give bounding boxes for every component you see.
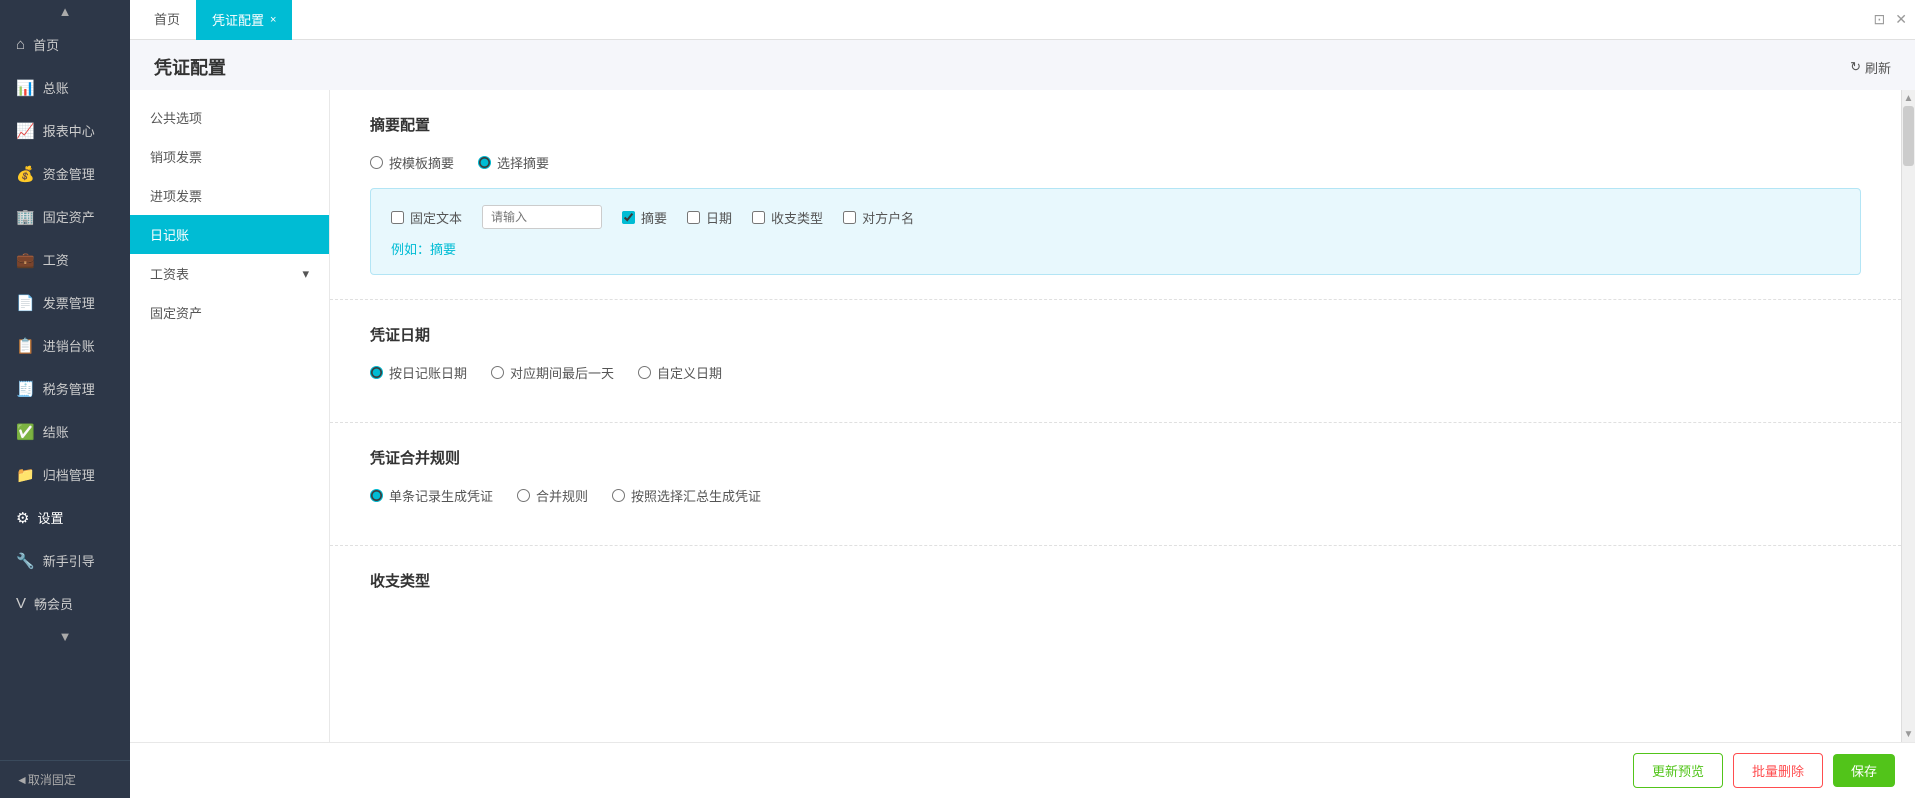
sidebar-item-home[interactable]: ⌂ 首页 [0,23,130,66]
sidebar-item-archive[interactable]: 📁 归档管理 [0,453,130,496]
sidebar-item-settings[interactable]: ⚙ 设置 [0,496,130,539]
page-header: 凭证配置 ↻ 刷新 [130,40,1915,90]
window-restore-icon[interactable]: ⊡ [1874,11,1886,28]
checkbox-fixed-text[interactable]: 固定文本 [391,208,462,227]
main-scrollbar: ▲ ▼ [1901,90,1915,742]
window-close-icon[interactable]: ✕ [1895,11,1907,28]
sidebar-item-salary[interactable]: 💼 工资 [0,238,130,281]
fixed-text-input[interactable] [482,205,602,229]
content-layout: 公共选项 销项发票 进项发票 日记账 工资表 ▾ 固定资产 [130,90,1915,742]
archive-icon: 📁 [16,466,35,484]
section-merge-title: 凭证合并规则 [370,447,1861,468]
sidebar-scroll-up[interactable]: ▲ [0,0,130,23]
section-income-type-title: 收支类型 [370,570,1861,591]
sidebar: ▲ ⌂ 首页 📊 总账 📈 报表中心 💰 资金管理 🏢 固定资产 💼 工资 📄 … [0,0,130,798]
radio-select-merge[interactable]: 按照选择汇总生成凭证 [612,486,761,505]
sidebar-item-fixed-assets[interactable]: 🏢 固定资产 [0,195,130,238]
save-button[interactable]: 保存 [1833,754,1895,787]
sidebar-item-reports[interactable]: 📈 报表中心 [0,109,130,152]
salary-icon: 💼 [16,251,35,269]
batch-delete-button[interactable]: 批量删除 [1733,753,1823,788]
invoice-mgmt-icon: 📄 [16,294,35,312]
sidebar-item-settlement[interactable]: ✅ 结账 [0,410,130,453]
right-content: 摘要配置 按模板摘要 选择摘要 [330,90,1901,742]
sidebar-item-ledger[interactable]: 📊 总账 [0,66,130,109]
scrollbar-up-arrow[interactable]: ▲ [1902,90,1915,106]
sidebar-item-invoice-mgmt[interactable]: 📄 发票管理 [0,281,130,324]
radio-journal-date[interactable]: 按日记账日期 [370,363,467,382]
date-radio-group: 按日记账日期 对应期间最后一天 自定义日期 [370,363,1861,382]
purchase-sales-icon: 📋 [16,337,35,355]
refresh-button[interactable]: ↻ 刷新 [1850,58,1891,77]
radio-merge-rule[interactable]: 合并规则 [517,486,588,505]
left-nav-item-public[interactable]: 公共选项 [130,98,329,137]
sidebar-item-purchase-sales[interactable]: 📋 进销台账 [0,324,130,367]
checkbox-income-type[interactable]: 收支类型 [752,208,823,227]
section-date: 凭证日期 按日记账日期 对应期间最后一天 [330,300,1901,423]
checkbox-counterpart[interactable]: 对方户名 [843,208,914,227]
home-icon: ⌂ [16,36,25,53]
reports-icon: 📈 [16,122,35,140]
bottom-bar: 更新预览 批量删除 保存 [130,742,1915,798]
radio-last-day[interactable]: 对应期间最后一天 [491,363,614,382]
sidebar-unpin-button[interactable]: ◄取消固定 [0,760,130,798]
left-nav-item-fixed-assets[interactable]: 固定资产 [130,293,329,332]
left-nav: 公共选项 销项发票 进项发票 日记账 工资表 ▾ 固定资产 [130,90,330,742]
settings-icon: ⚙ [16,509,29,527]
radio-single[interactable]: 单条记录生成凭证 [370,486,493,505]
abstract-box: 固定文本 摘要 日期 [370,188,1861,275]
ledger-icon: 📊 [16,79,35,97]
radio-custom-date[interactable]: 自定义日期 [638,363,722,382]
fixed-assets-icon: 🏢 [16,208,35,226]
abstract-checkbox-row: 固定文本 摘要 日期 [391,205,1840,229]
section-abstract-title: 摘要配置 [370,114,1861,135]
update-preview-button[interactable]: 更新预览 [1633,753,1723,788]
tab-home[interactable]: 首页 [138,0,196,40]
example-text: 例如：摘要 [391,239,1840,258]
tab-config[interactable]: 凭证配置 × [196,0,292,40]
tax-icon: 🧾 [16,380,35,398]
sidebar-item-guide[interactable]: 🔧 新手引导 [0,539,130,582]
page-title: 凭证配置 [154,54,226,80]
left-nav-item-payroll-table[interactable]: 工资表 ▾ [130,254,329,293]
scrollbar-track [1902,106,1915,726]
sidebar-scroll-down[interactable]: ▼ [0,625,130,648]
funds-icon: 💰 [16,165,35,183]
tab-bar: 首页 凭证配置 × ⊡ ✕ [130,0,1915,40]
refresh-icon: ↻ [1850,59,1861,75]
abstract-radio-group: 按模板摘要 选择摘要 [370,153,1861,172]
scrollbar-thumb[interactable] [1903,106,1914,166]
guide-icon: 🔧 [16,552,35,570]
vip-icon: V [16,595,26,612]
settlement-icon: ✅ [16,423,35,441]
tab-close-icon[interactable]: × [270,14,276,26]
radio-select[interactable]: 选择摘要 [478,153,549,172]
left-nav-item-journal[interactable]: 日记账 [130,215,329,254]
sidebar-item-funds[interactable]: 💰 资金管理 [0,152,130,195]
radio-template[interactable]: 按模板摘要 [370,153,454,172]
left-nav-item-sales-invoice[interactable]: 销项发票 [130,137,329,176]
sidebar-item-tax[interactable]: 🧾 税务管理 [0,367,130,410]
section-abstract: 摘要配置 按模板摘要 选择摘要 [330,90,1901,300]
page-content: 凭证配置 ↻ 刷新 公共选项 销项发票 进项发票 日记账 [130,40,1915,798]
section-merge: 凭证合并规则 单条记录生成凭证 合并规则 [330,423,1901,546]
sidebar-item-vip[interactable]: V 畅会员 [0,582,130,625]
section-income-type: 收支类型 [330,546,1901,633]
checkbox-date[interactable]: 日期 [687,208,732,227]
chevron-down-icon: ▾ [302,266,309,282]
scrollbar-down-arrow[interactable]: ▼ [1902,726,1915,742]
main-area: 首页 凭证配置 × ⊡ ✕ 凭证配置 ↻ 刷新 公共选项 [130,0,1915,798]
section-date-title: 凭证日期 [370,324,1861,345]
merge-radio-group: 单条记录生成凭证 合并规则 按照选择汇总生成凭证 [370,486,1861,505]
checkbox-abstract[interactable]: 摘要 [622,208,667,227]
tab-bar-right: ⊡ ✕ [1874,11,1907,28]
left-nav-item-purchase-invoice[interactable]: 进项发票 [130,176,329,215]
